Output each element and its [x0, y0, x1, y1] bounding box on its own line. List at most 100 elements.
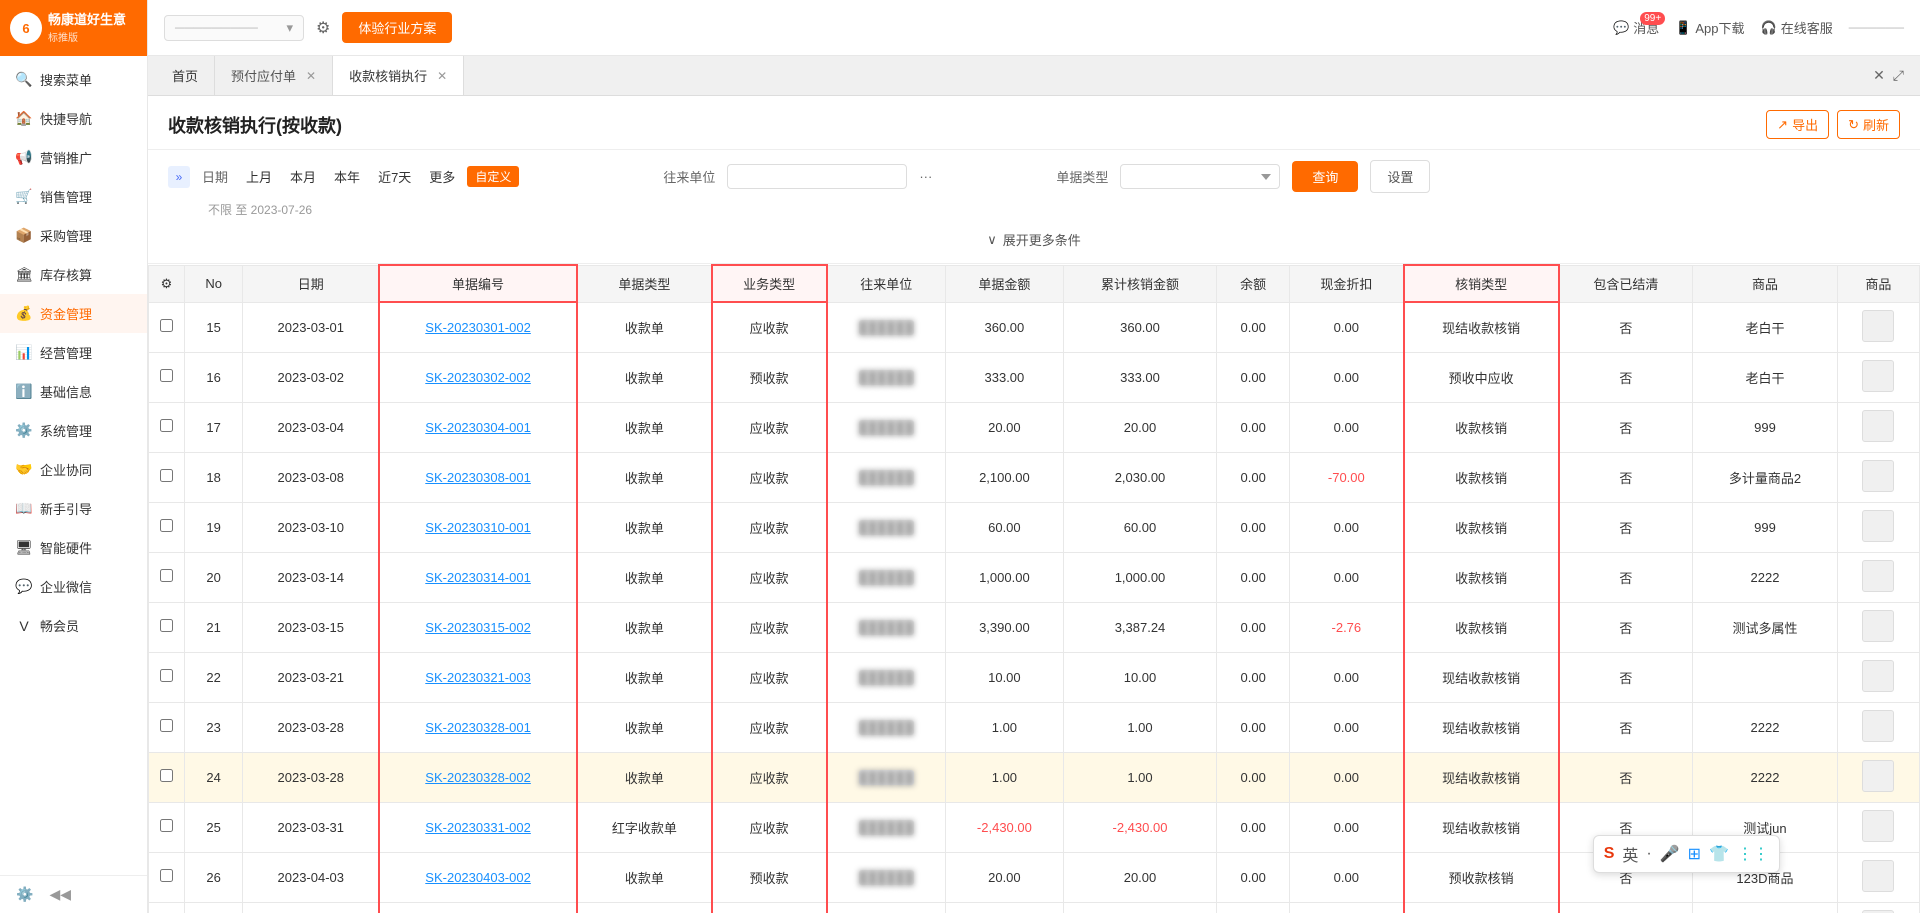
row-doc-no[interactable]: SK-20230314-001	[379, 552, 577, 602]
sidebar-item-basic[interactable]: ℹ️ 基础信息	[0, 372, 147, 411]
collection-tab-close-icon[interactable]: ✕	[437, 69, 447, 83]
row-select-checkbox[interactable]	[160, 419, 173, 432]
row-select-checkbox[interactable]	[160, 719, 173, 732]
row-doc-no[interactable]: SK-20230331-002	[379, 802, 577, 852]
sidebar-item-operations[interactable]: 📊 经营管理	[0, 333, 147, 372]
query-button[interactable]: 查询	[1292, 161, 1358, 192]
tab-expand-button[interactable]: ⤢	[1893, 67, 1904, 84]
sidebar-item-label-operations: 经营管理	[40, 343, 92, 362]
row-checkbox[interactable]	[149, 602, 185, 652]
row-select-checkbox[interactable]	[160, 869, 173, 882]
row-select-checkbox[interactable]	[160, 819, 173, 832]
row-cash-discount: 0.00	[1290, 502, 1404, 552]
row-doc-no[interactable]: SK-20230408-001	[379, 902, 577, 913]
row-date: 2023-03-21	[243, 652, 379, 702]
sidebar-item-enterprise[interactable]: 🤝 企业协同	[0, 450, 147, 489]
row-select-checkbox[interactable]	[160, 669, 173, 682]
row-doc-no[interactable]: SK-20230328-002	[379, 752, 577, 802]
doc-type-filter-select[interactable]	[1120, 164, 1280, 189]
col-header-settings[interactable]: ⚙	[149, 265, 185, 302]
row-checkbox[interactable]	[149, 852, 185, 902]
export-button[interactable]: ↗ 导出	[1766, 110, 1829, 139]
row-checkbox[interactable]	[149, 402, 185, 452]
this-month-btn[interactable]: 本月	[284, 165, 322, 188]
row-product2	[1837, 552, 1919, 602]
tab-home[interactable]: 首页	[156, 56, 215, 95]
row-doc-no[interactable]: SK-20230301-002	[379, 302, 577, 352]
ime-shirt-icon[interactable]: 👕	[1709, 844, 1729, 864]
table-row: 15 2023-03-01 SK-20230301-002 收款单 应收款 ██…	[149, 302, 1920, 352]
sidebar-item-inventory[interactable]: 🏛 库存核算	[0, 255, 147, 294]
ime-english-icon[interactable]: 英	[1622, 842, 1638, 866]
sidebar-item-finance[interactable]: 💰 资金管理	[0, 294, 147, 333]
sidebar-item-member[interactable]: V 畅会员	[0, 606, 147, 645]
row-checkbox[interactable]	[149, 452, 185, 502]
sidebar-item-shortcuts[interactable]: 🏠 快捷导航	[0, 99, 147, 138]
user-avatar[interactable]: ──────	[1849, 20, 1904, 35]
more-dates-btn[interactable]: 更多	[423, 165, 461, 188]
row-select-checkbox[interactable]	[160, 519, 173, 532]
row-doc-no[interactable]: SK-20230403-002	[379, 852, 577, 902]
messages-button[interactable]: 💬 消息 99+	[1613, 18, 1659, 37]
row-select-checkbox[interactable]	[160, 469, 173, 482]
row-checkbox[interactable]	[149, 752, 185, 802]
tab-close-all-button[interactable]: ✕	[1873, 67, 1885, 84]
sidebar-item-wechat[interactable]: 💬 企业微信	[0, 567, 147, 606]
row-doc-no[interactable]: SK-20230308-001	[379, 452, 577, 502]
sidebar-item-purchase[interactable]: 📦 采购管理	[0, 216, 147, 255]
prepay-tab-close-icon[interactable]: ✕	[306, 69, 316, 83]
industry-solution-button[interactable]: 体验行业方案	[342, 12, 452, 43]
last-month-btn[interactable]: 上月	[240, 165, 278, 188]
party-filter-more[interactable]: ···	[919, 169, 932, 184]
last-7-days-btn[interactable]: 近7天	[372, 165, 417, 188]
refresh-button[interactable]: ↻ 刷新	[1837, 110, 1900, 139]
row-doc-no[interactable]: SK-20230302-002	[379, 352, 577, 402]
row-checkbox[interactable]	[149, 652, 185, 702]
row-checkbox[interactable]	[149, 902, 185, 913]
expand-more-btn[interactable]: ∨ 展开更多条件	[168, 226, 1900, 253]
row-doc-no[interactable]: SK-20230310-001	[379, 502, 577, 552]
settings-gear-icon[interactable]: ⚙	[316, 18, 330, 38]
row-checkbox[interactable]	[149, 502, 185, 552]
custom-date-btn[interactable]: 自定义	[467, 166, 519, 187]
row-checkbox[interactable]	[149, 702, 185, 752]
sidebar-item-guide[interactable]: 📖 新手引导	[0, 489, 147, 528]
row-checkbox[interactable]	[149, 302, 185, 352]
filter-settings-button[interactable]: 设置	[1370, 160, 1430, 193]
row-doc-no[interactable]: SK-20230304-001	[379, 402, 577, 452]
this-year-btn[interactable]: 本年	[328, 165, 366, 188]
sidebar-item-system[interactable]: ⚙️ 系统管理	[0, 411, 147, 450]
company-dropdown[interactable]: ───────── ▾	[164, 15, 304, 41]
row-select-checkbox[interactable]	[160, 769, 173, 782]
online-service-button[interactable]: 🎧 在线客服	[1761, 18, 1833, 37]
sidebar-item-search[interactable]: 🔍 搜索菜单	[0, 60, 147, 99]
row-checkbox[interactable]	[149, 352, 185, 402]
row-doc-type: 收款单	[577, 852, 712, 902]
collapse-icon[interactable]: ◀◀	[49, 886, 71, 903]
row-select-checkbox[interactable]	[160, 619, 173, 632]
filter-expand-button[interactable]: »	[168, 166, 190, 188]
row-doc-no[interactable]: SK-20230328-001	[379, 702, 577, 752]
row-select-checkbox[interactable]	[160, 319, 173, 332]
row-doc-type: 收款单	[577, 402, 712, 452]
ime-apps-icon[interactable]: ⋮⋮	[1737, 844, 1769, 864]
row-select-checkbox[interactable]	[160, 569, 173, 582]
row-select-checkbox[interactable]	[160, 369, 173, 382]
settings-icon[interactable]: ⚙️	[16, 886, 33, 903]
row-checkbox[interactable]	[149, 552, 185, 602]
tab-prepay[interactable]: 预付应付单 ✕	[215, 56, 333, 95]
row-checkbox[interactable]	[149, 802, 185, 852]
sidebar-item-sales[interactable]: 🛒 销售管理	[0, 177, 147, 216]
row-doc-no[interactable]: SK-20230321-003	[379, 652, 577, 702]
tab-collection[interactable]: 收款核销执行 ✕	[333, 56, 464, 95]
table-area[interactable]: ⚙ No 日期 单据编号 单据类型 业务类型 往来单位 单据金额 累计核销金额 …	[148, 264, 1920, 913]
row-doc-no[interactable]: SK-20230315-002	[379, 602, 577, 652]
party-filter-input[interactable]	[727, 164, 907, 189]
ime-mic-icon[interactable]: 🎤	[1660, 844, 1680, 864]
row-no: 23	[185, 702, 243, 752]
sidebar-item-marketing[interactable]: 📢 营销推广	[0, 138, 147, 177]
col-header-date: 日期	[243, 265, 379, 302]
sidebar-item-hardware[interactable]: 🖥 智能硬件	[0, 528, 147, 567]
ime-grid-icon[interactable]: ⊞	[1688, 844, 1701, 864]
app-download-button[interactable]: 📱 App下载	[1675, 18, 1744, 37]
